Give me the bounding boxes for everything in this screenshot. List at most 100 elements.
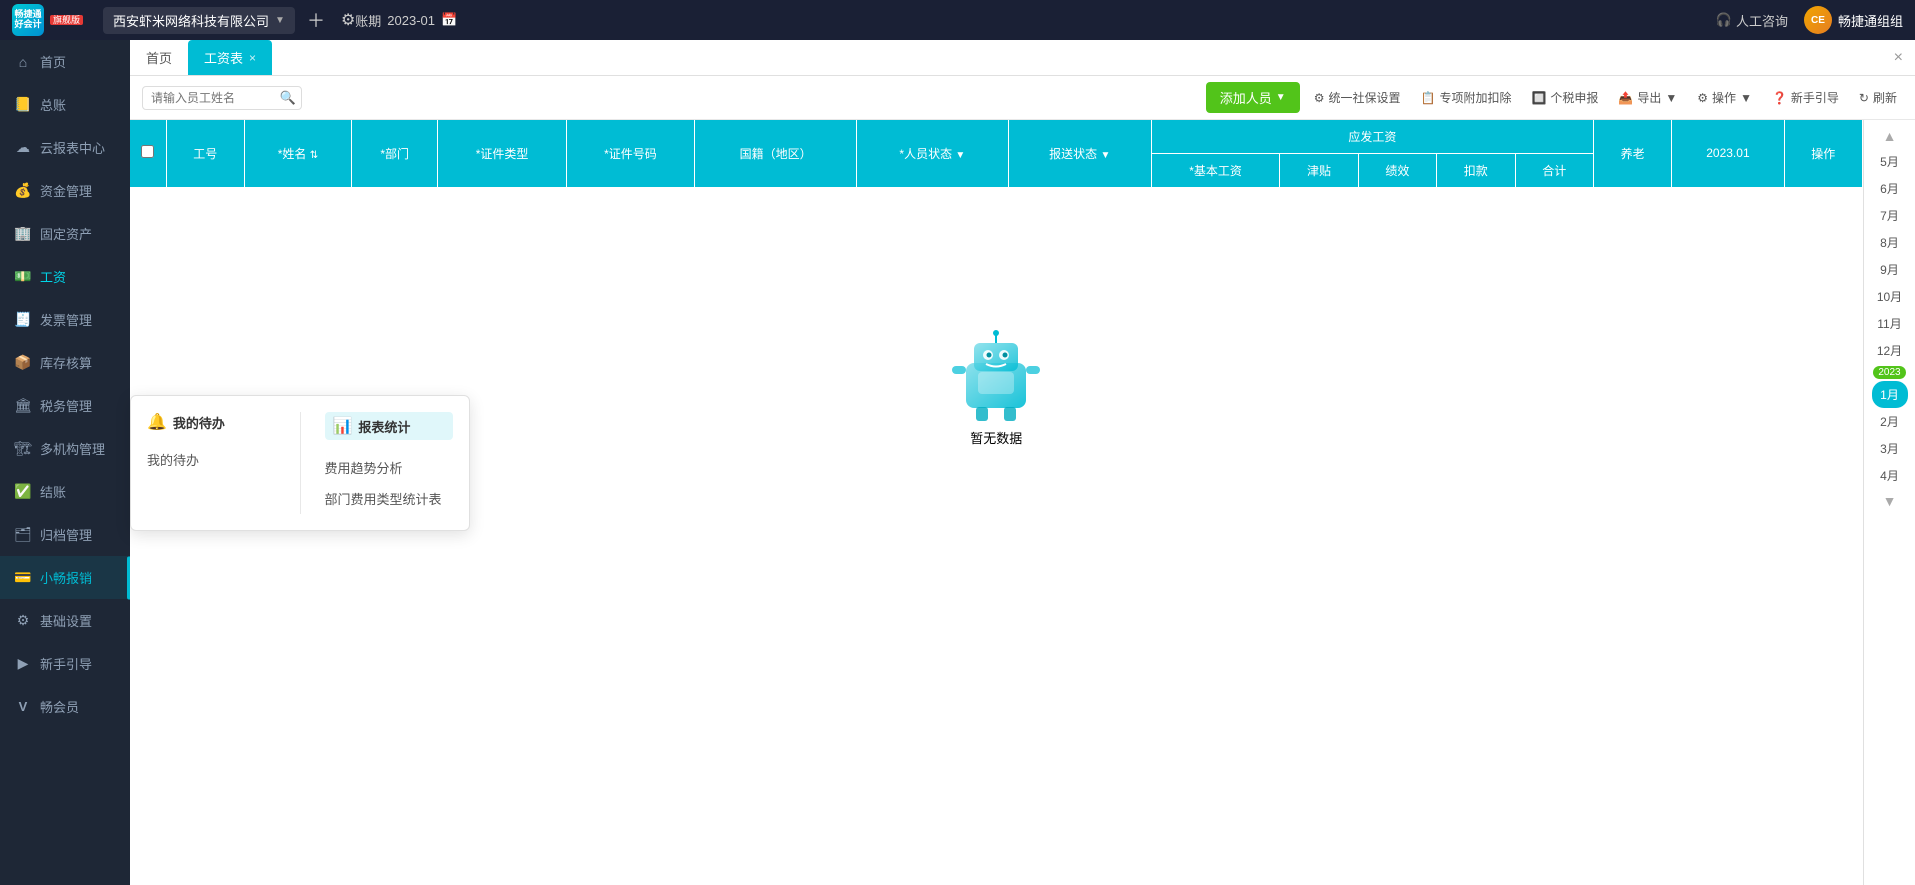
month-7[interactable]: 7月 — [1864, 202, 1915, 229]
logo-area: 畅捷通好会计 旗舰版 — [12, 4, 83, 36]
top-bar: 畅捷通好会计 旗舰版 西安虾米网络科技有限公司 ▼ ＋ ⚙ 账期 2023-01… — [0, 0, 1915, 40]
sidebar-item-multi[interactable]: 🏗 多机构管理 — [0, 427, 130, 470]
refresh-label: 刷新 — [1873, 89, 1897, 106]
month-11[interactable]: 11月 — [1864, 310, 1915, 337]
scroll-up-button[interactable]: ▲ — [1879, 124, 1901, 148]
sidebar-item-home[interactable]: ⌂ 首页 — [0, 40, 130, 83]
th-allowance: 津贴 — [1280, 154, 1358, 188]
status-filter-icon: ▼ — [955, 150, 965, 161]
expense-icon: 💳 — [14, 569, 32, 586]
cloud-icon: ☁ — [14, 139, 32, 156]
user-service-label: 人工咨询 — [1736, 11, 1788, 30]
month-3[interactable]: 3月 — [1864, 435, 1915, 462]
finance-icon: 💰 — [14, 182, 32, 199]
sidebar-item-guide[interactable]: ▶ 新手引导 — [0, 642, 130, 685]
guide-icon: ▶ — [14, 655, 32, 672]
assets-icon: 🏢 — [14, 225, 32, 242]
operations-button[interactable]: ⚙ 操作 ▼ — [1691, 85, 1758, 110]
popup-col-2-title: 报表统计 — [358, 417, 410, 436]
th-base-salary-label: *基本工资 — [1189, 164, 1242, 178]
popup-row: 🔔 我的待办 我的待办 📊 报表统计 费用趋势分析 部门费用类型统计表 — [147, 412, 453, 514]
logo-text: 旗舰版 — [50, 15, 83, 26]
sidebar-item-member[interactable]: V 畅会员 — [0, 685, 130, 728]
sidebar-label-tax: 税务管理 — [40, 396, 92, 415]
special-deduction-icon: 📋 — [1420, 91, 1435, 105]
social-security-label: 统一社保设置 — [1328, 89, 1400, 106]
th-performance-label: 绩效 — [1385, 164, 1409, 178]
popup-item-dept-stats-label: 部门费用类型统计表 — [325, 492, 442, 507]
sidebar-item-inventory[interactable]: 📦 库存核算 — [0, 341, 130, 384]
sidebar-item-expense[interactable]: 💳 小畅报销 — [0, 556, 130, 599]
th-nationality: 国籍（地区） — [695, 120, 857, 187]
sidebar-item-cloud[interactable]: ☁ 云报表中心 — [0, 126, 130, 169]
th-current-month-label: 2023.01 — [1706, 146, 1749, 160]
refresh-button[interactable]: ↻ 刷新 — [1853, 85, 1903, 110]
sidebar-item-tax[interactable]: 🏛 税务管理 — [0, 384, 130, 427]
export-button[interactable]: 📤 导出 ▼ — [1612, 85, 1683, 110]
sidebar-item-assets[interactable]: 🏢 固定资产 — [0, 212, 130, 255]
search-input[interactable] — [142, 86, 302, 110]
month-2[interactable]: 2月 — [1864, 408, 1915, 435]
archive-icon: 🗂 — [14, 526, 32, 543]
sidebar-item-archive[interactable]: 🗂 归档管理 — [0, 513, 130, 556]
sidebar-label-multi: 多机构管理 — [40, 439, 105, 458]
company-selector[interactable]: 西安虾米网络科技有限公司 ▼ — [103, 7, 295, 34]
add-button[interactable]: ＋ — [307, 7, 325, 33]
sidebar-item-ledger[interactable]: 📒 总账 — [0, 83, 130, 126]
th-base-salary: *基本工资 — [1151, 154, 1279, 188]
th-work-id-label: 工号 — [193, 147, 217, 161]
export-dropdown-icon: ▼ — [1665, 91, 1677, 105]
th-name: *姓名 ⇅ — [244, 120, 351, 187]
month-10[interactable]: 10月 — [1864, 283, 1915, 310]
operations-label: 操作 — [1712, 89, 1736, 106]
sidebar-item-payroll[interactable]: 💵 工资 — [0, 255, 130, 298]
tab-home[interactable]: 首页 — [130, 40, 188, 75]
operations-icon: ⚙ — [1697, 91, 1708, 105]
month-12[interactable]: 12月 — [1864, 337, 1915, 364]
tax-report-button[interactable]: 🔲 个税申报 — [1525, 85, 1604, 110]
operations-dropdown-icon: ▼ — [1740, 91, 1752, 105]
sidebar-label-expense: 小畅报销 — [40, 568, 92, 587]
popup-item-expense-trend-label: 费用趋势分析 — [325, 461, 403, 476]
add-person-button[interactable]: 添加人员 ▼ — [1206, 82, 1300, 113]
sidebar-item-finance[interactable]: 💰 资金管理 — [0, 169, 130, 212]
sidebar-item-settings[interactable]: ⚙ 基础设置 — [0, 599, 130, 642]
export-label: 导出 — [1637, 89, 1661, 106]
user-service[interactable]: 🎧 人工咨询 — [1716, 11, 1788, 30]
settings-icon[interactable]: ⚙ — [341, 10, 355, 30]
tab-close-icon[interactable]: × — [249, 51, 256, 65]
th-department: *部门 — [351, 120, 438, 187]
settings-nav-icon: ⚙ — [14, 612, 32, 629]
special-deduction-button[interactable]: 📋 专项附加扣除 — [1414, 85, 1517, 110]
th-pension-label: 养老 — [1621, 147, 1645, 161]
close-tab-button[interactable]: × — [1882, 49, 1915, 67]
new-guide-button[interactable]: ❓ 新手引导 — [1766, 85, 1845, 110]
sidebar-label-settings: 基础设置 — [40, 611, 92, 630]
scroll-down-button[interactable]: ▼ — [1879, 489, 1901, 513]
month-1-current[interactable]: 1月 — [1872, 381, 1908, 408]
month-5[interactable]: 5月 — [1864, 148, 1915, 175]
popup-menu: 🔔 我的待办 我的待办 📊 报表统计 费用趋势分析 部门费用类型统计表 — [130, 395, 470, 531]
sidebar-item-close[interactable]: ✅ 结账 — [0, 470, 130, 513]
user-area: CE 畅捷通组组 — [1804, 6, 1903, 34]
month-4[interactable]: 4月 — [1864, 462, 1915, 489]
th-checkbox — [130, 120, 166, 187]
select-all-checkbox[interactable] — [141, 145, 154, 158]
popup-item-expense-trend[interactable]: 费用趋势分析 — [325, 452, 454, 483]
th-id-type-label: *证件类型 — [476, 147, 529, 161]
popup-col-1: 🔔 我的待办 我的待办 — [147, 412, 276, 514]
company-name: 西安虾米网络科技有限公司 — [113, 11, 269, 30]
empty-illustration — [936, 328, 1056, 428]
month-6[interactable]: 6月 — [1864, 175, 1915, 202]
popup-item-pending[interactable]: 我的待办 — [147, 444, 276, 475]
th-report-status-label: 报送状态 — [1049, 147, 1097, 161]
sidebar-item-invoice[interactable]: 🧾 发票管理 — [0, 298, 130, 341]
month-9[interactable]: 9月 — [1864, 256, 1915, 283]
social-security-button[interactable]: ⚙ 统一社保设置 — [1308, 85, 1407, 110]
top-right: 🎧 人工咨询 CE 畅捷通组组 — [1716, 6, 1903, 34]
popup-item-dept-stats[interactable]: 部门费用类型统计表 — [325, 483, 454, 514]
add-person-label: 添加人员 — [1220, 88, 1272, 107]
month-8[interactable]: 8月 — [1864, 229, 1915, 256]
tab-payroll[interactable]: 工资表 × — [188, 40, 272, 75]
th-current-month: 2023.01 — [1672, 120, 1784, 187]
